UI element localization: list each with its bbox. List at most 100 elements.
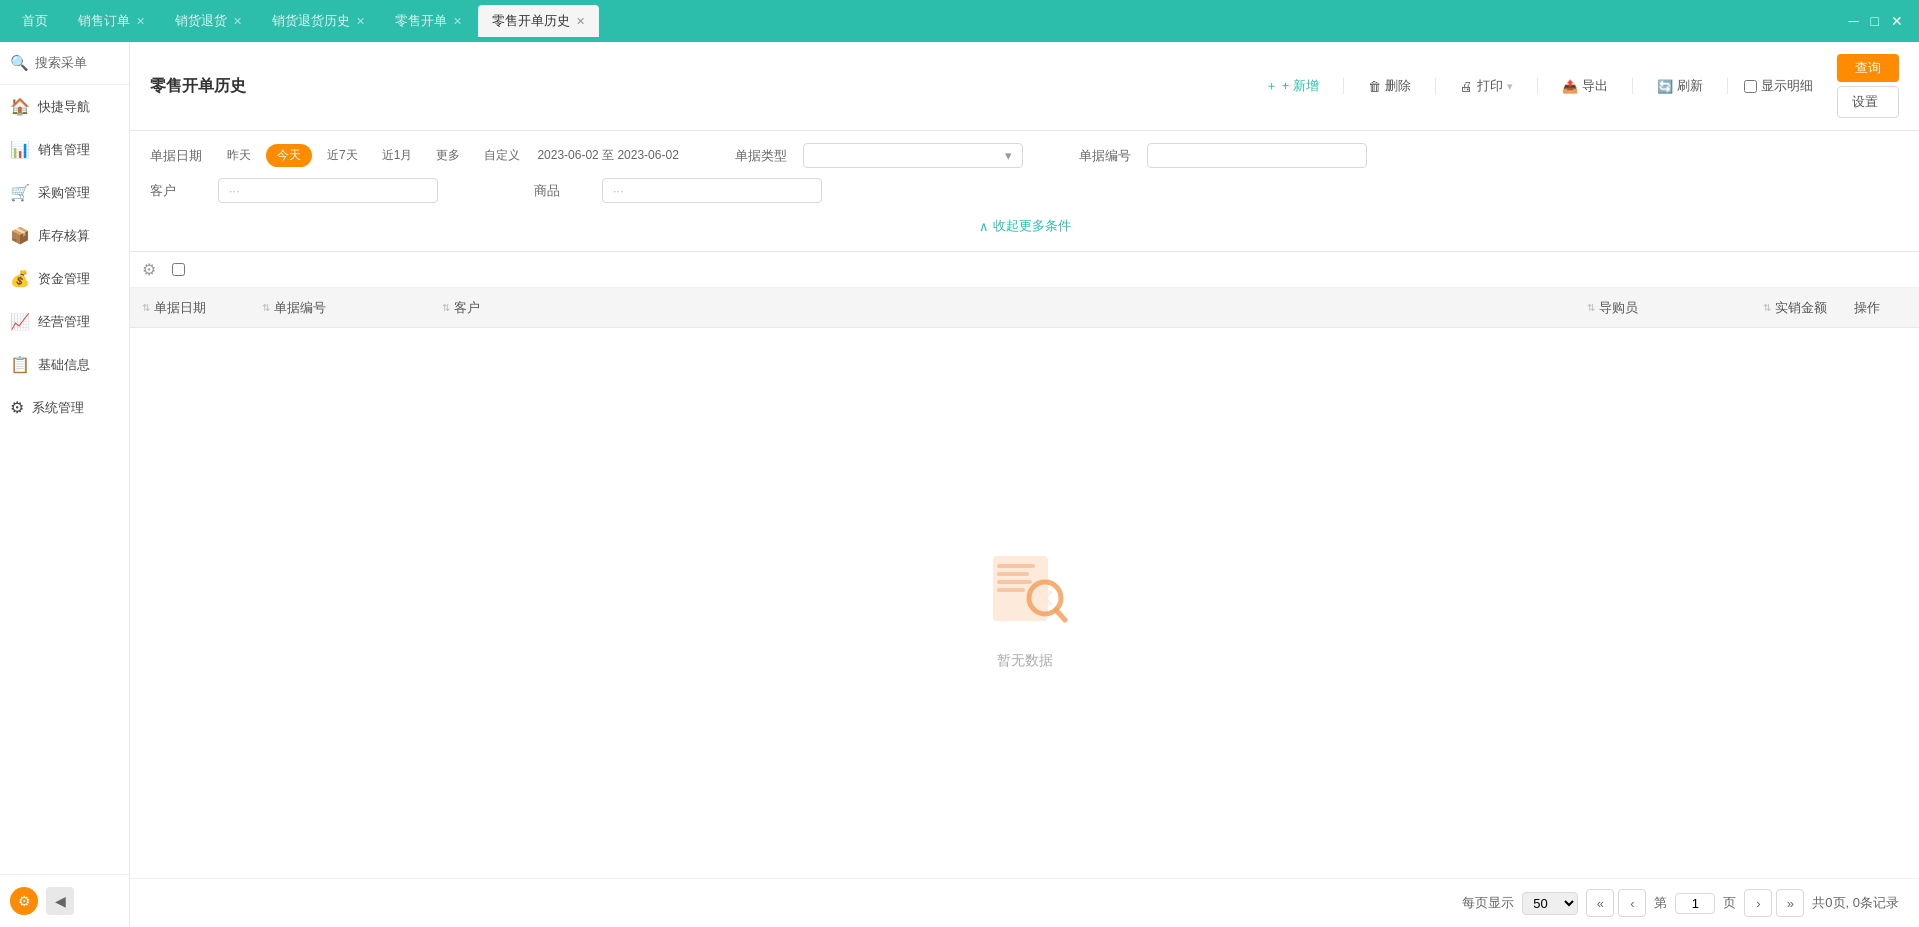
delete-button[interactable]: 🗑 删除: [1360, 73, 1419, 99]
tab-bar: 首页销售订单✕销货退货✕销货退货历史✕零售开单✕零售开单历史✕: [8, 5, 1849, 37]
sidebar-item-sales[interactable]: 📊 销售管理: [0, 128, 129, 171]
per-page-select[interactable]: 50 100 200: [1522, 892, 1578, 915]
svg-rect-3: [997, 580, 1032, 584]
bill-no-input[interactable]: [1147, 143, 1367, 168]
settings-button-header[interactable]: 设置: [1837, 86, 1899, 118]
close-button[interactable]: ✕: [1891, 13, 1903, 29]
sidebar-label-inventory: 库存核算: [38, 227, 90, 245]
sidebar-label-basic-info: 基础信息: [38, 356, 90, 374]
sidebar-search[interactable]: 🔍 搜索采单: [0, 42, 129, 85]
date-shortcut-近1月[interactable]: 近1月: [373, 144, 422, 167]
col-billno[interactable]: ⇅ 单据编号: [262, 299, 442, 317]
last-page-button[interactable]: »: [1776, 889, 1804, 917]
tab-retail-open-history[interactable]: 零售开单历史 ✕: [478, 5, 599, 37]
print-button[interactable]: 🖨 打印 ▾: [1452, 73, 1521, 99]
date-shortcuts: 昨天今天近7天近1月更多自定义: [218, 144, 529, 167]
filter-row-1: 单据日期 昨天今天近7天近1月更多自定义 2023-06-02 至 2023-0…: [150, 143, 1899, 168]
product-label: 商品: [534, 182, 594, 200]
page-label: 第: [1650, 894, 1671, 912]
collapse-more-button[interactable]: ∧ 收起更多条件: [150, 213, 1899, 239]
date-shortcut-近7天[interactable]: 近7天: [318, 144, 367, 167]
per-page-label: 每页显示: [1462, 894, 1514, 912]
collapse-icon: ∧: [979, 219, 989, 234]
table-settings-icon[interactable]: ⚙: [142, 260, 156, 279]
bill-type-select[interactable]: ▾: [803, 143, 1023, 168]
tab-close-icon[interactable]: ✕: [453, 15, 462, 28]
table-container: ⚙ ⇅ 单据日期 ⇅ 单据编号 ⇅ 客户 ⇅ 导购员: [130, 252, 1919, 878]
tab-sales-return-history[interactable]: 销货退货历史✕: [258, 5, 379, 37]
first-page-button[interactable]: «: [1586, 889, 1614, 917]
bill-no-field[interactable]: [1158, 148, 1356, 163]
customer-filter: 客户 ···: [150, 178, 438, 203]
tab-sales-return[interactable]: 销货退货 ✕: [161, 5, 256, 37]
tab-label: 销售订单: [78, 12, 130, 30]
show-detail-checkbox[interactable]: [1744, 80, 1757, 93]
date-shortcut-更多[interactable]: 更多: [427, 144, 469, 167]
tab-label: 销货退货: [175, 12, 227, 30]
next-page-button[interactable]: ›: [1744, 889, 1772, 917]
date-shortcut-今天[interactable]: 今天: [266, 144, 312, 167]
minimize-button[interactable]: ─: [1849, 13, 1859, 29]
header-actions: ＋ + 新增 🗑 删除 🖨 打印 ▾ 📤 导出: [1257, 54, 1899, 118]
delete-label: 删除: [1385, 77, 1411, 95]
refresh-button[interactable]: 🔄 刷新: [1649, 73, 1711, 99]
tab-close-icon[interactable]: ✕: [136, 15, 145, 28]
maximize-button[interactable]: □: [1871, 13, 1879, 29]
col-ops-label: 操作: [1854, 299, 1880, 317]
sidebar-search-label: 搜索采单: [35, 54, 87, 72]
sidebar-item-basic-info[interactable]: 📋 基础信息: [0, 343, 129, 386]
sidebar-item-quick-nav[interactable]: 🏠 快捷导航: [0, 85, 129, 128]
export-button[interactable]: 📤 导出: [1554, 73, 1616, 99]
add-label: + 新增: [1282, 77, 1319, 95]
export-icon: 📤: [1562, 79, 1578, 94]
sort-icon: ⇅: [262, 302, 270, 313]
product-filter: 商品 ···: [534, 178, 822, 203]
show-detail-checkbox-container[interactable]: 显示明细: [1744, 77, 1813, 95]
tab-close-icon[interactable]: ✕: [576, 15, 585, 28]
tab-sales-order[interactable]: 销售订单 ✕: [64, 5, 159, 37]
query-button[interactable]: 查询: [1837, 54, 1899, 82]
customer-input[interactable]: ···: [218, 178, 438, 203]
date-shortcut-昨天[interactable]: 昨天: [218, 144, 260, 167]
date-shortcut-自定义[interactable]: 自定义: [475, 144, 529, 167]
sidebar-item-inventory[interactable]: 📦 库存核算: [0, 214, 129, 257]
collapse-sidebar-button[interactable]: ◀: [46, 887, 74, 915]
pagination-nav: « ‹ 第 页 › »: [1586, 889, 1804, 917]
tab-home[interactable]: 首页: [8, 5, 62, 37]
refresh-label: 刷新: [1677, 77, 1703, 95]
svg-rect-1: [997, 564, 1035, 568]
sidebar-label-system: 系统管理: [32, 399, 84, 417]
tab-close-icon[interactable]: ✕: [356, 15, 365, 28]
page-input[interactable]: [1675, 893, 1715, 914]
sort-icon: ⇅: [442, 302, 450, 313]
add-button[interactable]: ＋ + 新增: [1257, 73, 1327, 99]
select-all-checkbox[interactable]: [172, 263, 185, 276]
col-ops: 操作: [1827, 299, 1907, 317]
settings-button[interactable]: ⚙: [10, 887, 38, 915]
sidebar-item-system[interactable]: ⚙ 系统管理: [0, 386, 129, 429]
svg-rect-2: [997, 572, 1029, 576]
product-input[interactable]: ···: [602, 178, 822, 203]
filter-area: 单据日期 昨天今天近7天近1月更多自定义 2023-06-02 至 2023-0…: [130, 131, 1919, 252]
col-amount-label: 实销金额: [1775, 299, 1827, 317]
sidebar-label-finance: 资金管理: [38, 270, 90, 288]
table-header: ⇅ 单据日期 ⇅ 单据编号 ⇅ 客户 ⇅ 导购员 ⇅ 实销金额: [130, 288, 1919, 328]
col-date[interactable]: ⇅ 单据日期: [142, 299, 262, 317]
tab-close-icon[interactable]: ✕: [233, 15, 242, 28]
table-toolbar: ⚙: [130, 252, 1919, 288]
sidebar-item-operations[interactable]: 📈 经营管理: [0, 300, 129, 343]
prev-page-button[interactable]: ‹: [1618, 889, 1646, 917]
col-salesperson[interactable]: ⇅ 导购员: [1587, 299, 1707, 317]
col-amount[interactable]: ⇅ 实销金额: [1707, 299, 1827, 317]
sidebar-item-finance[interactable]: 💰 资金管理: [0, 257, 129, 300]
tab-label: 零售开单历史: [492, 12, 570, 30]
print-dropdown-icon: ▾: [1507, 80, 1513, 93]
sidebar-icon-operations: 📈: [10, 312, 30, 331]
bill-no-label: 单据编号: [1079, 147, 1139, 165]
sidebar-icon-finance: 💰: [10, 269, 30, 288]
sidebar-item-purchase[interactable]: 🛒 采购管理: [0, 171, 129, 214]
tab-retail-open[interactable]: 零售开单✕: [381, 5, 476, 37]
print-label: 打印: [1477, 77, 1503, 95]
col-customer[interactable]: ⇅ 客户: [442, 299, 1587, 317]
sidebar-icon-quick-nav: 🏠: [10, 97, 30, 116]
